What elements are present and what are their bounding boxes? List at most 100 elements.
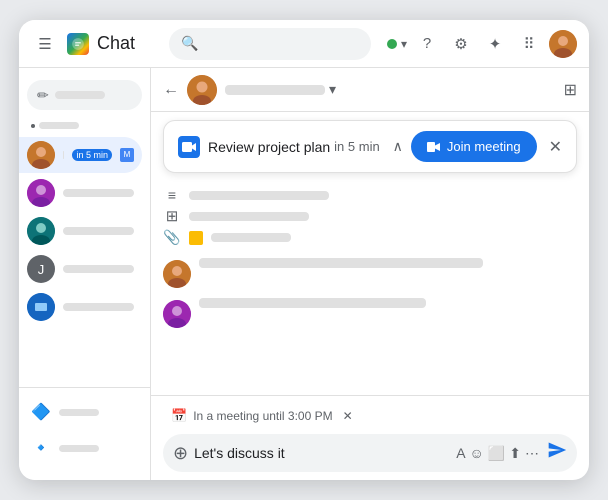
emoji-button[interactable]: ☺	[470, 445, 484, 461]
message-content-2	[199, 298, 577, 312]
top-bar-actions: ▾ ? ⚙ ✦ ⠿	[387, 30, 577, 58]
chat-header: ← ▾ ⊞	[151, 68, 589, 112]
sidebar-avatar-4: J	[27, 255, 55, 283]
status-dot	[387, 39, 397, 49]
attachment-text-2	[189, 212, 309, 221]
chat-messages: ≡ ⊞ 📎	[151, 173, 589, 395]
chat-area: ← ▾ ⊞ Review proj	[151, 68, 589, 480]
apps-button[interactable]: ⠿	[515, 30, 543, 58]
meeting-indicator-text: In a meeting until 3:00 PM	[193, 409, 332, 423]
upload-button[interactable]: ⬆	[509, 445, 521, 462]
sidebar: ✏ in 5 min M	[19, 68, 151, 480]
message-row-1	[163, 258, 577, 288]
join-meeting-label: Join meeting	[447, 139, 521, 154]
sidebar-drive-button[interactable]: 🔷	[19, 396, 150, 428]
help-button[interactable]: ?	[413, 30, 441, 58]
google-chat-logo	[67, 33, 89, 55]
sidebar-name-4	[63, 265, 134, 273]
meeting-banner: Review project plan in 5 min ∧ Join meet…	[163, 120, 577, 173]
sidebar-item-3[interactable]	[19, 213, 142, 249]
top-bar-left: ☰ Chat	[31, 30, 161, 58]
sidebar-name-5	[63, 303, 134, 311]
sidebar-items: in 5 min M	[19, 137, 150, 325]
meet-label	[59, 445, 99, 452]
top-bar: ☰ Chat 🔍 ▾ ? ⚙ ✦ ⠿	[19, 20, 589, 68]
meeting-title: Review project plan	[208, 139, 330, 155]
section-label	[39, 122, 79, 129]
sidebar-badge-1: in 5 min	[72, 149, 112, 161]
drive-label	[59, 409, 99, 416]
meeting-banner-text: Review project plan in 5 min	[208, 139, 385, 155]
meeting-banner-icon	[178, 136, 200, 158]
user-avatar[interactable]	[549, 30, 577, 58]
sidebar-meet-icon-1: M	[120, 148, 134, 162]
format-button[interactable]: A	[456, 445, 465, 461]
sidebar-section-header	[19, 118, 150, 133]
message-text-1	[199, 258, 483, 268]
attachment-row-1: ≡	[163, 185, 577, 205]
message-row-2	[163, 298, 577, 328]
search-bar[interactable]: 🔍	[169, 28, 371, 60]
sidebar-item-1[interactable]: in 5 min M	[19, 137, 142, 173]
banner-close-button[interactable]: ✕	[549, 137, 562, 157]
message-input[interactable]	[194, 445, 450, 461]
video-call-button[interactable]: ⊞	[564, 80, 577, 100]
list-icon: ≡	[163, 187, 181, 203]
sidebar-bottom-icons: 🔷 🔹	[19, 387, 150, 472]
join-meeting-button[interactable]: Join meeting	[411, 131, 537, 162]
calendar-icon: 📅	[171, 408, 187, 424]
input-actions: A ☺ ⬜ ⬆ ⋯	[456, 445, 539, 462]
sidebar-item-5[interactable]	[19, 289, 142, 325]
meeting-expand-icon[interactable]: ∧	[393, 138, 403, 155]
message-text-2	[199, 298, 426, 308]
add-attachment-button[interactable]: ⊕	[173, 443, 188, 464]
search-icon: 🔍	[181, 35, 198, 52]
meeting-indicator-close-button[interactable]: ✕	[343, 409, 353, 423]
chat-input-container: 📅 In a meeting until 3:00 PM ✕ ⊕ A ☺ ⬜ ⬆…	[151, 395, 589, 480]
app-title: Chat	[97, 33, 135, 54]
clip-icon: 📎	[163, 229, 181, 246]
attachment-color-box	[189, 231, 203, 245]
chat-header-chevron-icon[interactable]: ▾	[329, 81, 336, 98]
meet-icon: 🔹	[31, 438, 51, 458]
add-button[interactable]: ✦	[481, 30, 509, 58]
message-content-1	[199, 258, 577, 272]
sidebar-avatar-5	[27, 293, 55, 321]
new-chat-button[interactable]: ✏	[27, 80, 142, 110]
sidebar-meet-button[interactable]: 🔹	[19, 432, 150, 464]
chat-header-name-container: ▾	[225, 81, 556, 98]
app-window: ☰ Chat 🔍 ▾ ? ⚙ ✦ ⠿	[19, 20, 589, 480]
send-button[interactable]	[547, 440, 567, 466]
chat-contact-name	[225, 85, 325, 95]
sidebar-name-1	[63, 151, 64, 159]
more-options-button[interactable]: ⋯	[525, 445, 539, 462]
sidebar-avatar-1	[27, 141, 55, 169]
new-chat-icon: ✏	[37, 87, 49, 104]
hamburger-icon[interactable]: ☰	[31, 30, 59, 58]
attachment-text-1	[189, 191, 329, 200]
sidebar-item-4[interactable]: J	[19, 251, 142, 287]
attachment-row-3: 📎	[163, 227, 577, 248]
status-indicator[interactable]: ▾	[387, 37, 407, 51]
attach-button[interactable]: ⬜	[488, 445, 505, 462]
attachment-row-2: ⊞	[163, 205, 577, 227]
sidebar-avatar-2	[27, 179, 55, 207]
attachment-section: ≡ ⊞ 📎	[163, 181, 577, 248]
input-row: ⊕ A ☺ ⬜ ⬆ ⋯	[163, 434, 577, 472]
sidebar-avatar-3	[27, 217, 55, 245]
new-chat-label	[55, 91, 105, 99]
meeting-indicator: 📅 In a meeting until 3:00 PM ✕	[163, 404, 577, 428]
drive-icon: 🔷	[31, 402, 51, 422]
settings-button[interactable]: ⚙	[447, 30, 475, 58]
sidebar-name-3	[63, 227, 134, 235]
section-dot	[31, 124, 35, 128]
status-chevron: ▾	[401, 37, 407, 51]
sidebar-item-2[interactable]	[19, 175, 142, 211]
message-avatar-2	[163, 300, 191, 328]
message-avatar-1	[163, 260, 191, 288]
attachment-text-3	[211, 233, 291, 242]
back-button[interactable]: ←	[163, 81, 179, 99]
main-content: ✏ in 5 min M	[19, 68, 589, 480]
meeting-time: in 5 min	[334, 139, 380, 154]
chat-header-avatar	[187, 75, 217, 105]
